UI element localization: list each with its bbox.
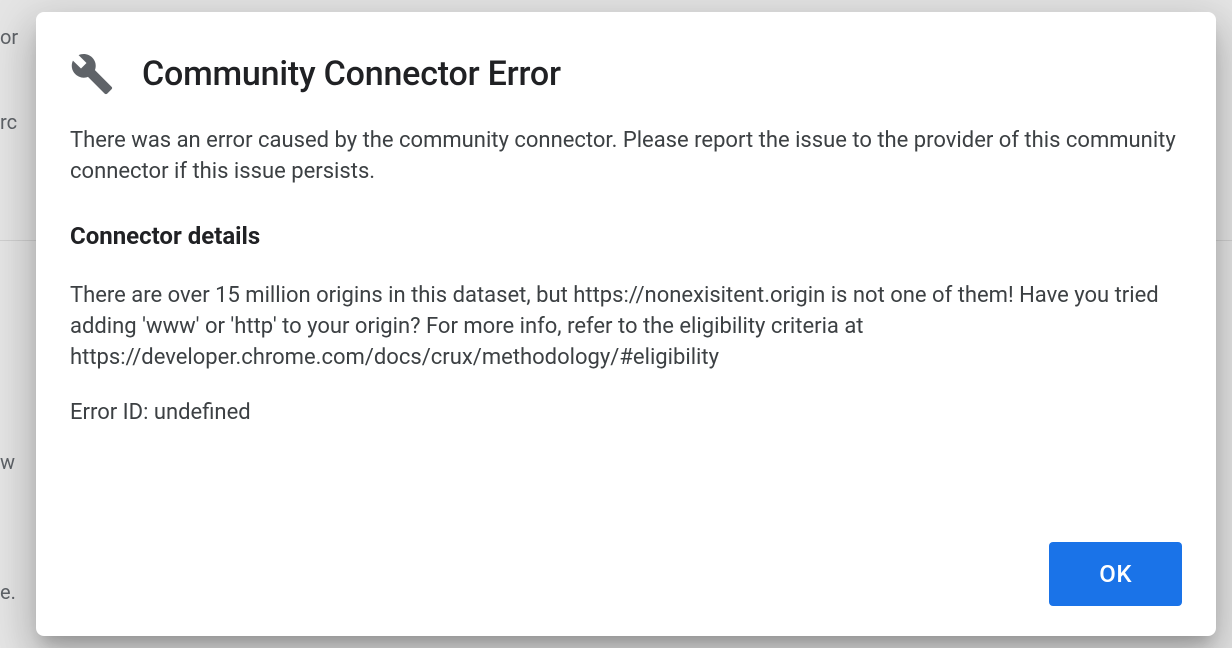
dialog-body: There was an error caused by the communi… bbox=[70, 126, 1182, 542]
error-id-value: undefined bbox=[154, 400, 251, 425]
background-fragment: rc bbox=[0, 110, 17, 134]
error-intro-text: There was an error caused by the communi… bbox=[70, 126, 1182, 188]
error-id-label: Error ID: bbox=[70, 400, 154, 425]
error-id: Error ID: undefined bbox=[70, 398, 1182, 429]
connector-details-text: There are over 15 million origins in thi… bbox=[70, 281, 1182, 373]
connector-details-heading: Connector details bbox=[70, 220, 1182, 254]
error-dialog: Community Connector Error There was an e… bbox=[36, 12, 1216, 636]
dialog-title: Community Connector Error bbox=[142, 54, 561, 94]
dialog-actions: OK bbox=[70, 542, 1182, 606]
wrench-icon bbox=[70, 52, 114, 96]
background-fragment: e. bbox=[0, 580, 16, 604]
dialog-header: Community Connector Error bbox=[70, 52, 1182, 96]
background-fragment: w bbox=[0, 450, 15, 474]
ok-button[interactable]: OK bbox=[1049, 542, 1182, 606]
background-fragment: or bbox=[0, 25, 18, 49]
